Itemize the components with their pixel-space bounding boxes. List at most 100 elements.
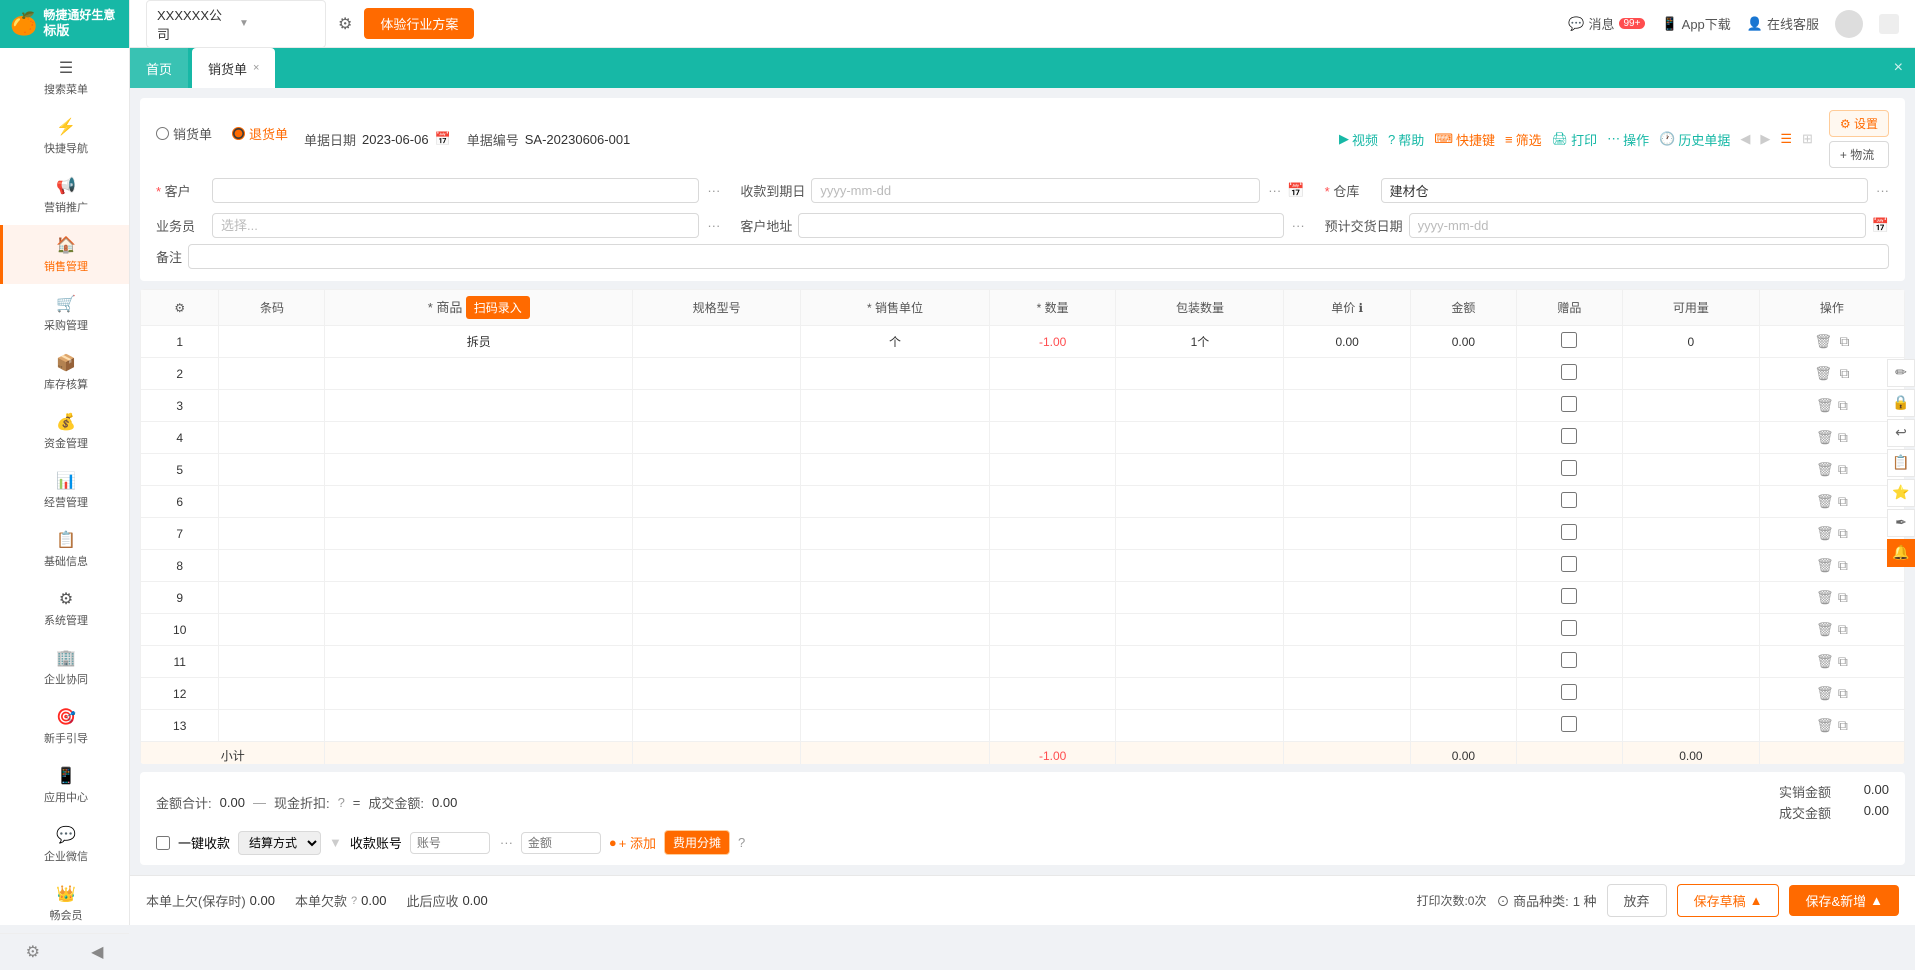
message-item[interactable]: 💬 消息 99+ <box>1568 14 1645 33</box>
tab-home[interactable]: 首页 <box>130 48 188 88</box>
discount-help-icon[interactable]: ? <box>338 795 345 810</box>
topbar-gear-icon[interactable]: ⚙ <box>338 14 352 34</box>
address-input[interactable] <box>798 213 1283 238</box>
warehouse-input[interactable] <box>1381 178 1868 203</box>
sidebar-item-operation[interactable]: 📊 经营管理 <box>0 461 129 520</box>
customer-dots-icon[interactable]: ··· <box>707 183 720 198</box>
row-pack-qty-2[interactable] <box>1116 358 1284 390</box>
delete-row-1-btn[interactable]: 🗑 <box>1812 331 1834 352</box>
row-barcode-2[interactable] <box>219 358 325 390</box>
delete-row-10-btn[interactable]: 🗑 <box>1814 619 1836 640</box>
row-gift-2[interactable] <box>1516 358 1622 390</box>
sidebar-item-finance[interactable]: 💰 资金管理 <box>0 402 129 461</box>
row-pack-qty-1[interactable]: 1个 <box>1116 326 1284 358</box>
copy-row-10-btn[interactable]: ⧉ <box>1836 619 1850 640</box>
date-calendar-icon[interactable]: 📅 <box>435 131 451 147</box>
copy-row-11-btn[interactable]: ⧉ <box>1836 651 1850 672</box>
delete-row-8-btn[interactable]: 🗑 <box>1814 555 1836 576</box>
sidebar-item-shortcut[interactable]: ⚡ 快捷导航 <box>0 107 129 166</box>
due-date-calendar-icon[interactable]: 📅 <box>1287 182 1304 199</box>
copy-row-5-btn[interactable]: ⧉ <box>1836 459 1850 480</box>
action-shortcut[interactable]: ⌨ 快捷键 <box>1434 130 1495 149</box>
sidebar-item-system[interactable]: ⚙ 系统管理 <box>0 579 129 638</box>
account-input[interactable] <box>410 832 490 854</box>
sidebar-item-inventory[interactable]: 📦 库存核算 <box>0 343 129 402</box>
add-payment-button[interactable]: ● + 添加 <box>609 833 656 852</box>
action-video[interactable]: ▶ 视频 <box>1339 130 1378 149</box>
delete-row-12-btn[interactable]: 🗑 <box>1814 683 1836 704</box>
trial-button[interactable]: 体验行业方案 <box>364 8 474 39</box>
sidebar-item-base[interactable]: 📋 基础信息 <box>0 520 129 579</box>
action-print[interactable]: 🖨 打印 <box>1552 130 1598 149</box>
sidebar-item-member[interactable]: 👑 畅会员 <box>0 874 129 933</box>
row-unit-2[interactable] <box>801 358 990 390</box>
due-date-input[interactable] <box>811 178 1260 203</box>
sidebar-item-wechat[interactable]: 💬 企业微信 <box>0 815 129 874</box>
tab-sales-order[interactable]: 销货单 × <box>192 48 275 88</box>
row-product-2[interactable] <box>325 358 633 390</box>
radio-sales[interactable]: 销货单 <box>156 124 212 143</box>
copy-row-12-btn[interactable]: ⧉ <box>1836 683 1850 704</box>
float-btn-1[interactable]: ✏ <box>1887 359 1915 387</box>
copy-row-1-btn[interactable]: ⧉ <box>1838 331 1852 352</box>
action-operation[interactable]: ⋯ 操作 <box>1607 130 1649 149</box>
delete-row-5-btn[interactable]: 🗑 <box>1814 459 1836 480</box>
float-btn-4[interactable]: 📋 <box>1887 449 1915 477</box>
action-help[interactable]: ? 帮助 <box>1388 130 1424 149</box>
sidebar-item-purchase[interactable]: 🛒 采购管理 <box>0 284 129 343</box>
save-draft-button[interactable]: 保存草稿 ▲ <box>1677 884 1780 917</box>
copy-row-3-btn[interactable]: ⧉ <box>1836 395 1850 416</box>
flow-button[interactable]: + 物流 <box>1829 141 1889 168</box>
col-settings[interactable]: ⚙ <box>141 290 219 326</box>
sidebar-item-corp[interactable]: 🏢 企业协同 <box>0 638 129 697</box>
sidebar-collapse-icon[interactable]: ◀ <box>91 942 103 962</box>
copy-row-4-btn[interactable]: ⧉ <box>1836 427 1850 448</box>
expected-date-calendar-icon[interactable]: 📅 <box>1872 217 1889 234</box>
fee-help-icon[interactable]: ? <box>738 835 745 850</box>
copy-row-2-btn[interactable]: ⧉ <box>1838 363 1852 384</box>
salesperson-input[interactable] <box>212 213 699 238</box>
copy-row-7-btn[interactable]: ⧉ <box>1836 523 1850 544</box>
sidebar-item-app[interactable]: 📱 应用中心 <box>0 756 129 815</box>
remark-input[interactable] <box>188 244 1889 269</box>
user-avatar-2[interactable] <box>1879 14 1899 34</box>
copy-row-13-btn[interactable]: ⧉ <box>1836 715 1850 736</box>
row-unit-1[interactable]: 个 <box>801 326 990 358</box>
payment-method-select[interactable]: 结算方式 <box>238 831 321 855</box>
row-qty-1[interactable]: -1.00 <box>989 326 1116 358</box>
salesperson-dots-icon[interactable]: ··· <box>707 218 720 233</box>
row-amount-2[interactable] <box>1410 358 1516 390</box>
action-filter[interactable]: ≡ 筛选 <box>1505 130 1542 149</box>
sidebar-settings-icon[interactable]: ⚙ <box>26 942 40 962</box>
delete-row-11-btn[interactable]: 🗑 <box>1814 651 1836 672</box>
delete-row-13-btn[interactable]: 🗑 <box>1814 715 1836 736</box>
amount-input[interactable] <box>521 832 601 854</box>
sidebar-item-sales[interactable]: 🏠 销售管理 <box>0 225 129 284</box>
row-product-1[interactable]: 拆员 <box>325 326 633 358</box>
row-spec-2[interactable] <box>633 358 801 390</box>
fee-split-button[interactable]: 费用分摊 <box>664 830 730 855</box>
account-dots-icon[interactable]: ··· <box>500 835 513 850</box>
row-price-2[interactable] <box>1284 358 1410 390</box>
action-history[interactable]: 🕐 历史单据 <box>1659 130 1730 149</box>
tab-close-icon[interactable]: × <box>253 62 259 74</box>
float-btn-2[interactable]: 🔒 <box>1887 389 1915 417</box>
scan-button[interactable]: 扫码录入 <box>466 296 530 319</box>
radio-return[interactable]: 退货单 <box>232 124 288 143</box>
warehouse-dots-icon[interactable]: ··· <box>1876 183 1889 198</box>
user-avatar[interactable] <box>1835 10 1863 38</box>
row-barcode-1[interactable] <box>219 326 325 358</box>
setting-button[interactable]: ⚙ 设置 <box>1829 110 1889 137</box>
service-item[interactable]: 👤 在线客服 <box>1747 14 1819 33</box>
sidebar-item-guide[interactable]: 🎯 新手引导 <box>0 697 129 756</box>
copy-row-9-btn[interactable]: ⧉ <box>1836 587 1850 608</box>
customer-input[interactable] <box>212 178 699 203</box>
float-btn-7[interactable]: 🔔 <box>1887 539 1915 567</box>
copy-row-8-btn[interactable]: ⧉ <box>1836 555 1850 576</box>
radio-return-input[interactable] <box>232 127 245 140</box>
abandon-button[interactable]: 放弃 <box>1607 884 1667 917</box>
due-date-dots-icon[interactable]: ··· <box>1268 183 1281 198</box>
tab-close-all-icon[interactable]: × <box>1894 59 1903 77</box>
one-click-payment-checkbox[interactable] <box>156 836 170 850</box>
debt-help-icon[interactable]: ? <box>351 895 357 907</box>
